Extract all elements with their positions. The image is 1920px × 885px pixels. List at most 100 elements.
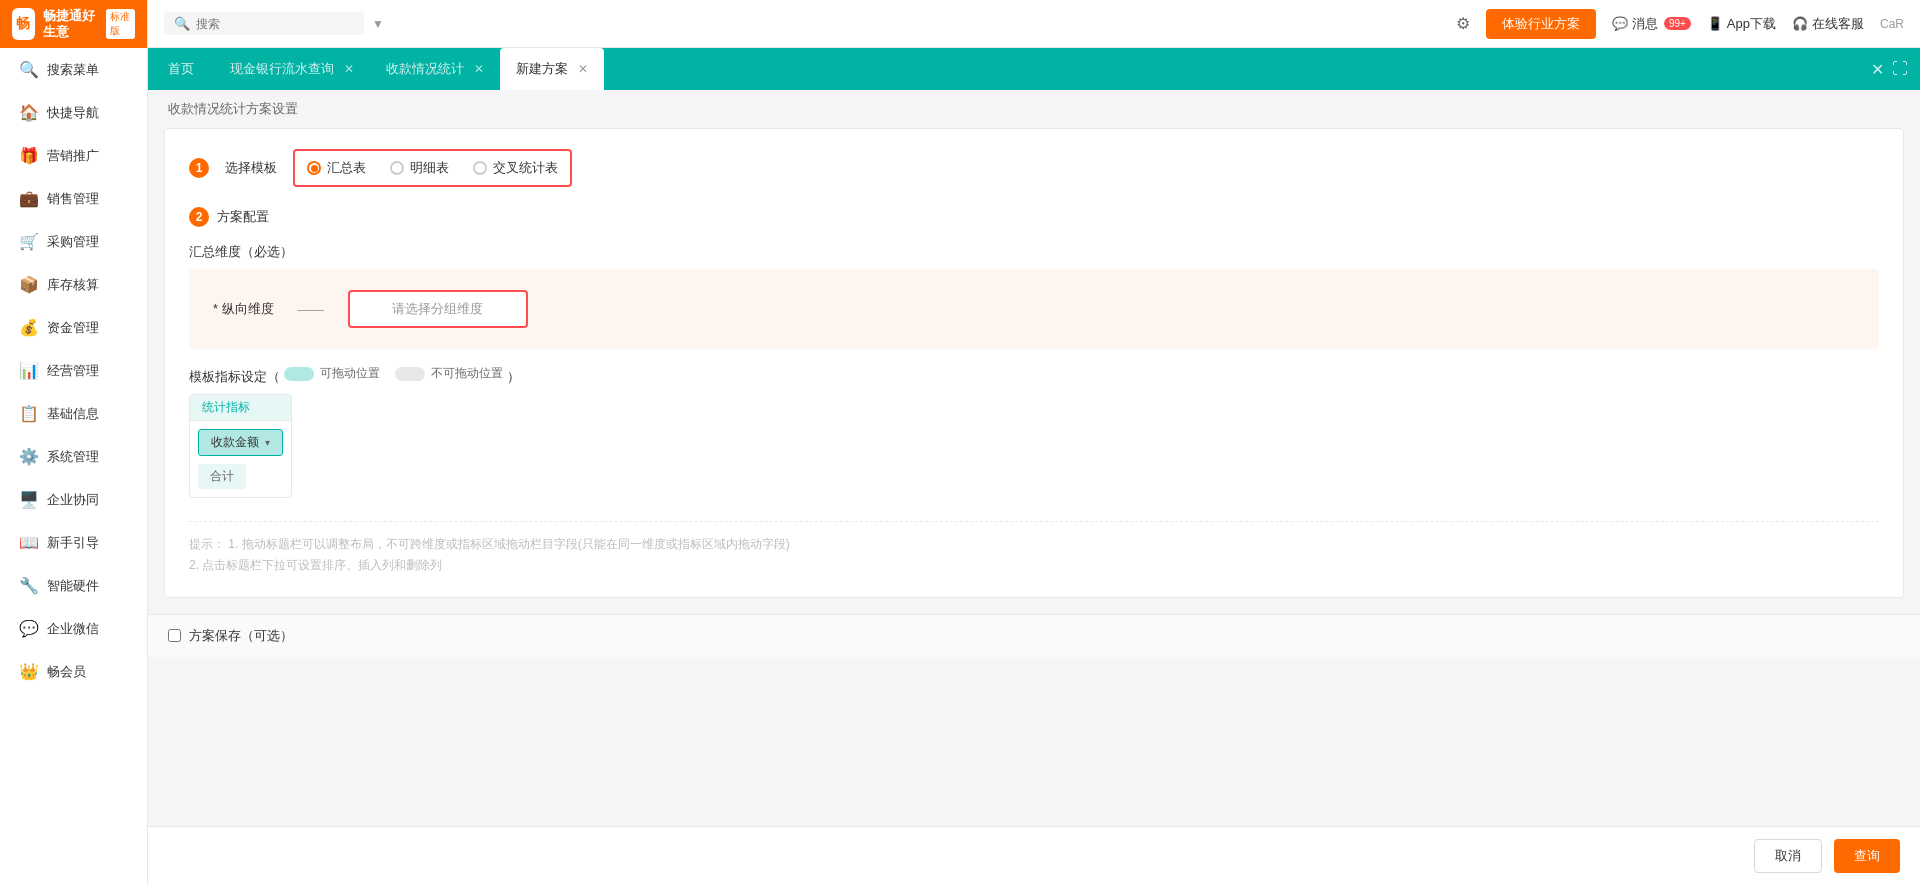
money-icon: 💰 bbox=[19, 318, 39, 337]
tips-line1: 提示： 1. 拖动标题栏可以调整布局，不可跨维度或指标区域拖动栏目字段(只能在同… bbox=[189, 534, 1879, 556]
sidebar-item-guide[interactable]: 📖 新手引导 bbox=[0, 521, 147, 564]
sidebar: 畅 畅捷通好生意 标准版 🔍 搜索菜单 🏠 快捷导航 🎁 营销推广 💼 销售管理… bbox=[0, 0, 148, 885]
user-info[interactable]: CaR bbox=[1880, 17, 1904, 31]
indicator-header: 模板指标设定（ 可拖动位置 不可拖动位置 ） bbox=[189, 365, 1879, 386]
sidebar-item-smart-hw[interactable]: 🔧 智能硬件 bbox=[0, 564, 147, 607]
radio-label-detail: 明细表 bbox=[410, 159, 449, 177]
dimension-area: * 纵向维度 —— 请选择分组维度 bbox=[189, 269, 1879, 349]
sidebar-item-label: 系统管理 bbox=[47, 448, 99, 466]
breadcrumb: 收款情况统计方案设置 bbox=[148, 90, 1920, 128]
dimension-section: 汇总维度（必选） * 纵向维度 —— 请选择分组维度 bbox=[189, 243, 1879, 349]
sidebar-item-label: 库存核算 bbox=[47, 276, 99, 294]
close-paren: ） bbox=[507, 369, 520, 384]
tips-line2: 2. 点击标题栏下拉可设置排序、插入列和删除列 bbox=[189, 555, 1879, 577]
sidebar-item-enterprise[interactable]: 🖥️ 企业协同 bbox=[0, 478, 147, 521]
stats-section-label: 统计指标 bbox=[190, 395, 291, 421]
indicator-tag-amount[interactable]: 收款金额 ▾ bbox=[198, 429, 283, 456]
dimension-placeholder[interactable]: 请选择分组维度 bbox=[348, 290, 528, 328]
notification-badge: 99+ bbox=[1664, 17, 1691, 30]
sidebar-item-label: 采购管理 bbox=[47, 233, 99, 251]
maximize-icon[interactable]: ⛶ bbox=[1892, 60, 1908, 78]
sidebar-item-label: 快捷导航 bbox=[47, 104, 99, 122]
tab-close-icon[interactable]: ✕ bbox=[344, 62, 354, 76]
template-options: 汇总表 明细表 交叉统计表 bbox=[293, 149, 572, 187]
sidebar-item-system[interactable]: ⚙️ 系统管理 bbox=[0, 435, 147, 478]
cart-icon: 🛒 bbox=[19, 232, 39, 251]
save-checkbox[interactable] bbox=[168, 629, 181, 642]
indicator-section: 模板指标设定（ 可拖动位置 不可拖动位置 ） bbox=[189, 365, 1879, 501]
step2-section: 2 方案配置 汇总维度（必选） * 纵向维度 —— 请选择分组维度 bbox=[189, 207, 1879, 577]
movable-label: 可拖动位置 bbox=[320, 365, 380, 382]
close-window-icon[interactable]: ✕ bbox=[1871, 60, 1884, 79]
radio-cross[interactable]: 交叉统计表 bbox=[473, 159, 558, 177]
app-download-label: App下载 bbox=[1727, 15, 1776, 33]
box-icon: 📦 bbox=[19, 275, 39, 294]
query-button[interactable]: 查询 bbox=[1834, 839, 1900, 873]
message-icon: 💬 bbox=[1612, 16, 1628, 31]
tab-label: 收款情况统计 bbox=[386, 60, 464, 78]
step1-badge: 1 bbox=[189, 158, 209, 178]
fixed-label: 不可拖动位置 bbox=[431, 365, 503, 382]
radio-detail[interactable]: 明细表 bbox=[390, 159, 449, 177]
indicator-table: 统计指标 收款金额 ▾ 合计 bbox=[189, 394, 292, 498]
tab-close-icon[interactable]: ✕ bbox=[578, 62, 588, 76]
sidebar-item-basic-info[interactable]: 📋 基础信息 bbox=[0, 392, 147, 435]
indicator-row-total: 合计 bbox=[194, 460, 287, 493]
sidebar-item-capital[interactable]: 💰 资金管理 bbox=[0, 306, 147, 349]
app-download-item[interactable]: 📱 App下载 bbox=[1707, 15, 1776, 33]
chevron-down-icon: ▾ bbox=[265, 437, 270, 448]
monitor-icon: 🖥️ bbox=[19, 490, 39, 509]
search-menu-icon: 🔍 bbox=[19, 60, 39, 79]
search-input[interactable] bbox=[196, 17, 336, 31]
logo-text: 畅捷通好生意 bbox=[43, 8, 98, 39]
sidebar-nav: 🔍 搜索菜单 🏠 快捷导航 🎁 营销推广 💼 销售管理 🛒 采购管理 📦 库存核… bbox=[0, 48, 147, 885]
user-avatar: CaR bbox=[1880, 17, 1904, 31]
mobile-icon: 📱 bbox=[1707, 16, 1723, 31]
movable-legend-wrapper: 可拖动位置 bbox=[284, 365, 380, 382]
step1-row: 1 选择模板 汇总表 明细表 交叉统计表 bbox=[189, 149, 1879, 187]
tab-bar: 首页 现金银行流水查询 ✕ 收款情况统计 ✕ 新建方案 ✕ ✕ ⛶ bbox=[148, 48, 1920, 90]
sidebar-item-operation[interactable]: 📊 经营管理 bbox=[0, 349, 147, 392]
sidebar-item-weixin[interactable]: 💬 企业微信 bbox=[0, 607, 147, 650]
toggle-movable-icon bbox=[284, 367, 314, 381]
dropdown-arrow-icon[interactable]: ▼ bbox=[372, 17, 384, 31]
sidebar-item-sales[interactable]: 💼 销售管理 bbox=[0, 177, 147, 220]
notification-item[interactable]: 💬 消息 99+ bbox=[1612, 15, 1691, 33]
sidebar-item-label: 新手引导 bbox=[47, 534, 99, 552]
logo-badge: 标准版 bbox=[106, 9, 135, 39]
tool-icon: 🔧 bbox=[19, 576, 39, 595]
home-icon: 🏠 bbox=[19, 103, 39, 122]
step1-label: 选择模板 bbox=[225, 159, 277, 177]
industry-btn[interactable]: 体验行业方案 bbox=[1486, 9, 1596, 39]
sidebar-item-inventory[interactable]: 📦 库存核算 bbox=[0, 263, 147, 306]
sidebar-item-search-menu[interactable]: 🔍 搜索菜单 bbox=[0, 48, 147, 91]
footer-bar: 取消 查询 bbox=[148, 826, 1920, 885]
sidebar-item-member[interactable]: 👑 畅会员 bbox=[0, 650, 147, 693]
toggle-fixed-icon bbox=[395, 367, 425, 381]
tab-label: 现金银行流水查询 bbox=[230, 60, 334, 78]
sidebar-item-marketing[interactable]: 🎁 营销推广 bbox=[0, 134, 147, 177]
settings-icon: ⚙️ bbox=[19, 447, 39, 466]
gift-icon: 🎁 bbox=[19, 146, 39, 165]
indicator-title-text: 模板指标设定（ bbox=[189, 369, 280, 384]
sidebar-item-label: 经营管理 bbox=[47, 362, 99, 380]
content-area: 收款情况统计方案设置 1 选择模板 汇总表 明细表 bbox=[148, 90, 1920, 826]
tab-new-plan[interactable]: 新建方案 ✕ bbox=[500, 48, 604, 90]
gear-icon[interactable]: ⚙ bbox=[1456, 14, 1470, 33]
tab-receipt-stats[interactable]: 收款情况统计 ✕ bbox=[370, 48, 500, 90]
sidebar-item-purchase[interactable]: 🛒 采购管理 bbox=[0, 220, 147, 263]
main-area: 🔍 ▼ ⚙ 体验行业方案 💬 消息 99+ 📱 App下载 🎧 在线客服 CaR bbox=[148, 0, 1920, 885]
cancel-button[interactable]: 取消 bbox=[1754, 839, 1822, 873]
sidebar-item-quick-nav[interactable]: 🏠 快捷导航 bbox=[0, 91, 147, 134]
radio-summary[interactable]: 汇总表 bbox=[307, 159, 366, 177]
tab-close-icon[interactable]: ✕ bbox=[474, 62, 484, 76]
tab-home[interactable]: 首页 bbox=[148, 48, 214, 90]
book-icon: 📖 bbox=[19, 533, 39, 552]
sidebar-item-label: 资金管理 bbox=[47, 319, 99, 337]
arrow-icon: —— bbox=[298, 302, 324, 317]
breadcrumb-text: 收款情况统计方案设置 bbox=[168, 101, 298, 116]
tab-bank-flow[interactable]: 现金银行流水查询 ✕ bbox=[214, 48, 370, 90]
online-support-item[interactable]: 🎧 在线客服 bbox=[1792, 15, 1864, 33]
sidebar-item-label: 营销推广 bbox=[47, 147, 99, 165]
clipboard-icon: 📋 bbox=[19, 404, 39, 423]
